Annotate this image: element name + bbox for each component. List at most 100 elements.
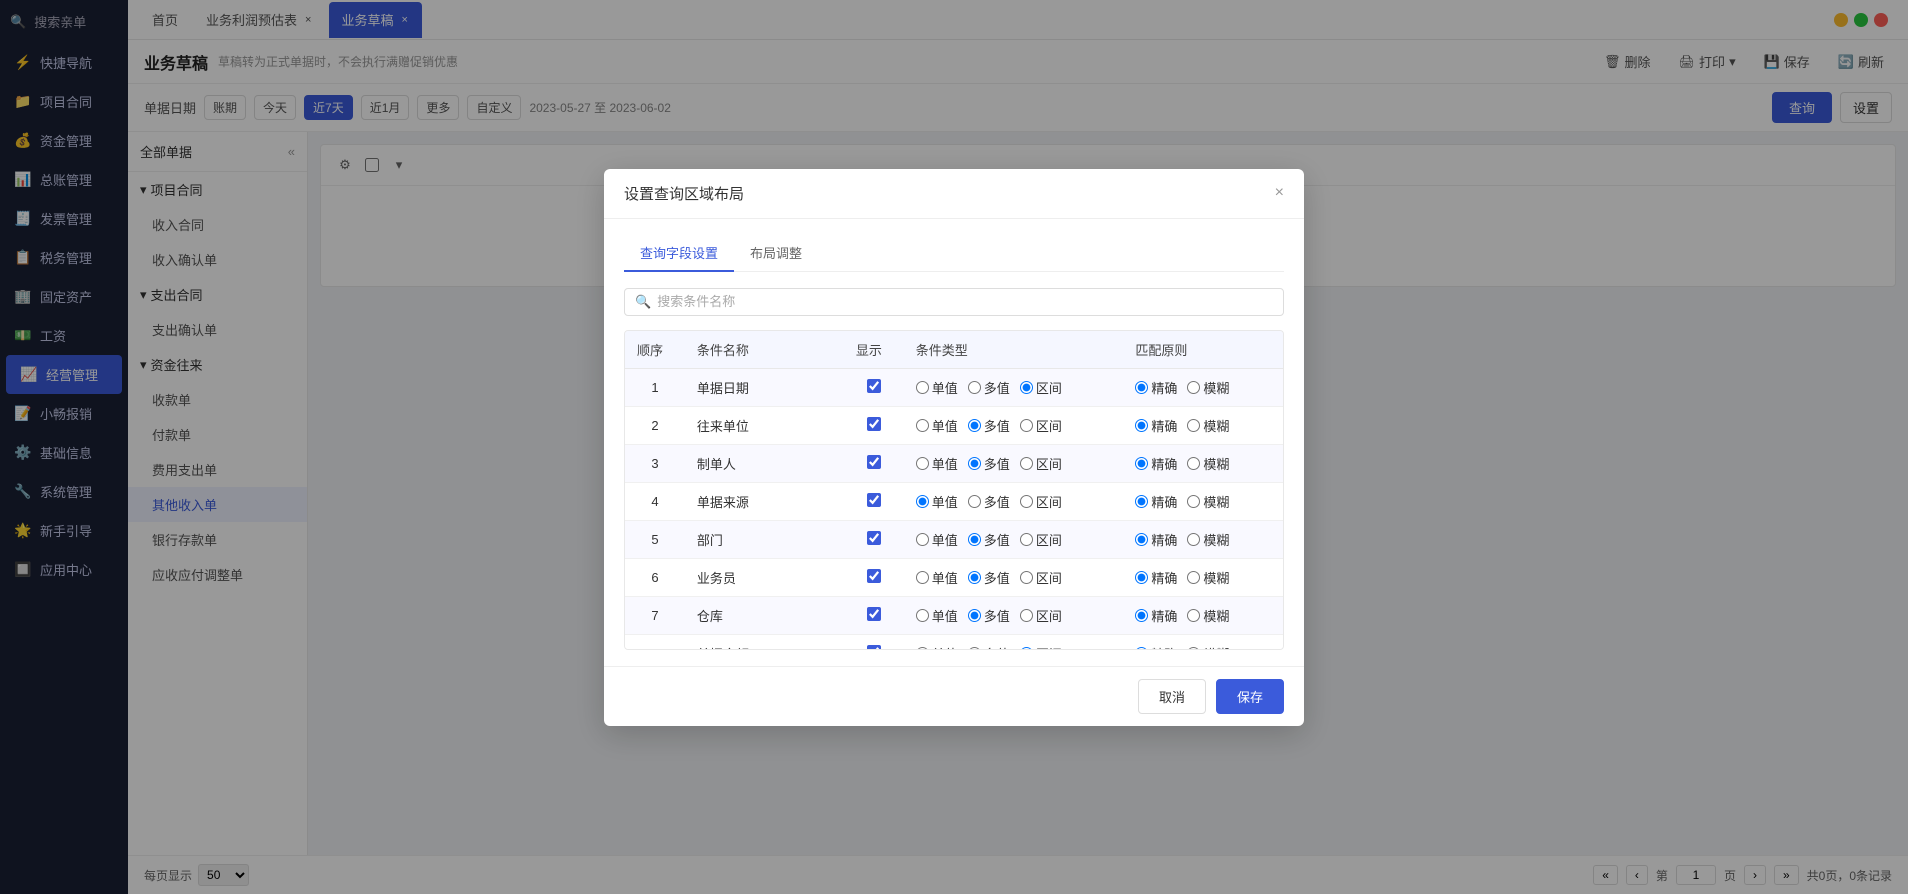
display-checkbox[interactable] [867,455,881,469]
display-checkbox[interactable] [867,493,881,507]
radio-type-single[interactable] [916,609,929,622]
tab-layout-adjust[interactable]: 布局调整 [734,235,818,272]
row-match-rule[interactable]: 精确模糊 [1123,558,1283,596]
table-row: 4 [625,482,685,520]
radio-match-precise[interactable] [1135,647,1148,650]
display-checkbox[interactable] [867,417,881,431]
radio-type-multi[interactable] [968,647,981,650]
col-match-rule: 匹配原则 [1123,331,1283,369]
modal-close-button[interactable]: × [1275,184,1284,202]
modal-header: 设置查询区域布局 × [604,169,1304,219]
row-display[interactable] [844,596,904,634]
row-display[interactable] [844,482,904,520]
display-checkbox[interactable] [867,531,881,545]
radio-type-single[interactable] [916,381,929,394]
display-checkbox[interactable] [867,645,881,650]
row-display[interactable] [844,558,904,596]
row-name: 仓库 [685,596,844,634]
radio-match-precise[interactable] [1135,381,1148,394]
radio-match-precise[interactable] [1135,457,1148,470]
row-display[interactable] [844,634,904,650]
radio-type-multi[interactable] [968,495,981,508]
row-condition-type[interactable]: 单值多值区间 [904,368,1124,406]
radio-type-range[interactable] [1020,381,1033,394]
row-condition-type[interactable]: 单值多值区间 [904,634,1124,650]
table-row: 7 [625,596,685,634]
modal-title: 设置查询区域布局 [624,183,744,204]
table-row: 1 [625,368,685,406]
radio-type-multi[interactable] [968,457,981,470]
row-display[interactable] [844,520,904,558]
row-condition-type[interactable]: 单值多值区间 [904,444,1124,482]
radio-type-range[interactable] [1020,495,1033,508]
row-condition-type[interactable]: 单值多值区间 [904,596,1124,634]
modal-table-wrap: 顺序 条件名称 显示 条件类型 匹配原则 1单据日期单值多值区间精确模糊2往来单… [624,330,1284,650]
radio-match-fuzzy[interactable] [1187,647,1200,650]
radio-type-range[interactable] [1020,609,1033,622]
row-condition-type[interactable]: 单值多值区间 [904,520,1124,558]
modal-tabs: 查询字段设置 布局调整 [624,235,1284,272]
radio-match-fuzzy[interactable] [1187,419,1200,432]
radio-type-range[interactable] [1020,571,1033,584]
col-display: 显示 [844,331,904,369]
row-match-rule[interactable]: 精确模糊 [1123,406,1283,444]
row-name: 业务员 [685,558,844,596]
row-match-rule[interactable]: 精确模糊 [1123,596,1283,634]
cancel-button[interactable]: 取消 [1138,679,1206,714]
radio-match-precise[interactable] [1135,571,1148,584]
radio-match-fuzzy[interactable] [1187,609,1200,622]
radio-type-range[interactable] [1020,533,1033,546]
modal-table: 顺序 条件名称 显示 条件类型 匹配原则 1单据日期单值多值区间精确模糊2往来单… [625,331,1283,650]
display-checkbox[interactable] [867,607,881,621]
radio-match-fuzzy[interactable] [1187,533,1200,546]
radio-type-range[interactable] [1020,457,1033,470]
tab-field-settings[interactable]: 查询字段设置 [624,235,734,272]
table-row: 3 [625,444,685,482]
row-name: 制单人 [685,444,844,482]
row-match-rule[interactable]: 精确模糊 [1123,482,1283,520]
radio-type-multi[interactable] [968,419,981,432]
radio-type-single[interactable] [916,457,929,470]
row-condition-type[interactable]: 单值多值区间 [904,482,1124,520]
row-condition-type[interactable]: 单值多值区间 [904,558,1124,596]
display-checkbox[interactable] [867,569,881,583]
modal-search: 🔍 [624,288,1284,316]
radio-match-fuzzy[interactable] [1187,457,1200,470]
radio-match-precise[interactable] [1135,533,1148,546]
row-match-rule[interactable]: 精确模糊 [1123,368,1283,406]
radio-type-multi[interactable] [968,533,981,546]
radio-type-range[interactable] [1020,647,1033,650]
table-row: 6 [625,558,685,596]
radio-match-fuzzy[interactable] [1187,571,1200,584]
row-display[interactable] [844,368,904,406]
modal-save-button[interactable]: 保存 [1216,679,1284,714]
col-order: 顺序 [625,331,685,369]
row-match-rule[interactable]: 精确模糊 [1123,634,1283,650]
display-checkbox[interactable] [867,379,881,393]
col-name: 条件名称 [685,331,844,369]
row-name: 单据金额 [685,634,844,650]
modal-footer: 取消 保存 [604,666,1304,726]
radio-type-range[interactable] [1020,419,1033,432]
radio-type-multi[interactable] [968,609,981,622]
row-match-rule[interactable]: 精确模糊 [1123,444,1283,482]
modal-search-input[interactable] [657,294,1273,309]
radio-match-fuzzy[interactable] [1187,381,1200,394]
row-display[interactable] [844,444,904,482]
row-name: 单据日期 [685,368,844,406]
radio-match-precise[interactable] [1135,495,1148,508]
modal-overlay: 设置查询区域布局 × 查询字段设置 布局调整 🔍 [0,0,1908,894]
radio-type-single[interactable] [916,419,929,432]
row-condition-type[interactable]: 单值多值区间 [904,406,1124,444]
radio-type-single[interactable] [916,647,929,650]
radio-type-single[interactable] [916,495,929,508]
radio-type-multi[interactable] [968,571,981,584]
row-display[interactable] [844,406,904,444]
radio-type-single[interactable] [916,571,929,584]
radio-match-fuzzy[interactable] [1187,495,1200,508]
radio-type-single[interactable] [916,533,929,546]
radio-type-multi[interactable] [968,381,981,394]
radio-match-precise[interactable] [1135,609,1148,622]
radio-match-precise[interactable] [1135,419,1148,432]
row-match-rule[interactable]: 精确模糊 [1123,520,1283,558]
